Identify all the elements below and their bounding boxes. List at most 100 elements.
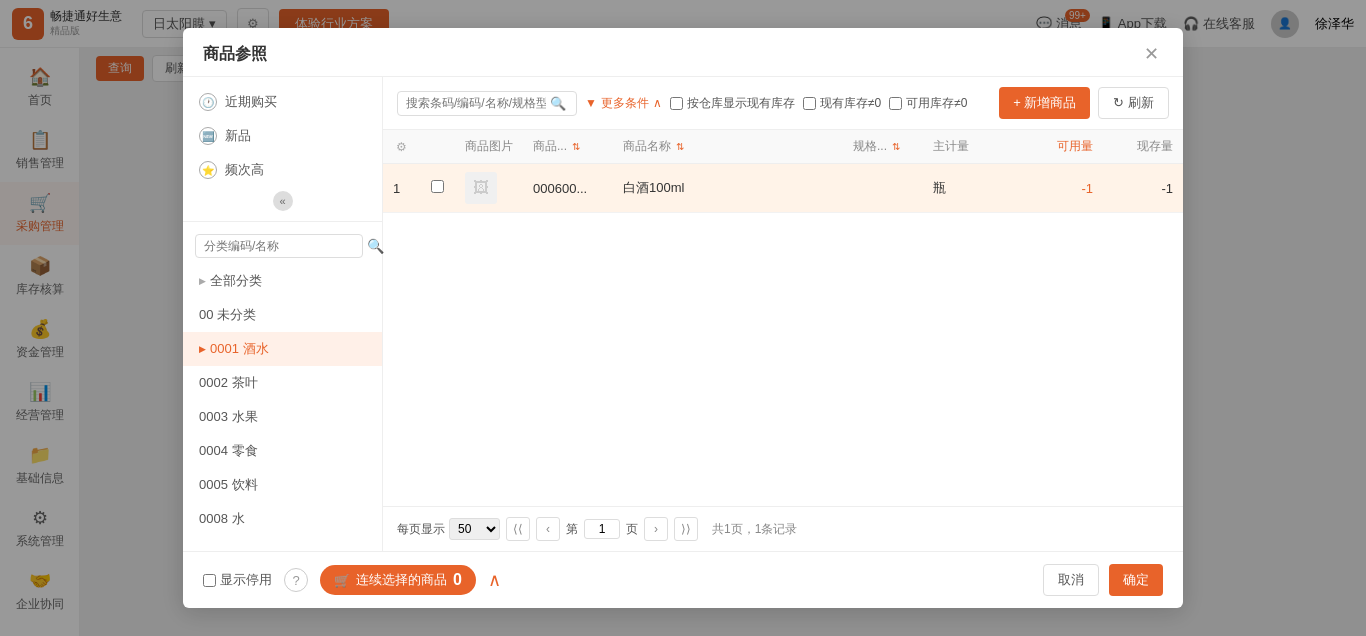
filter-current-stock-checkbox[interactable] [803, 97, 816, 110]
product-table-wrap: ⚙ 商品图片 商品... ⇅ 商品名称 [383, 130, 1183, 506]
triangle-active-icon: ▶ [199, 344, 206, 354]
cart-count: 0 [453, 571, 462, 589]
quick-filter-recent-label: 近期购买 [225, 93, 277, 111]
th-name[interactable]: 商品名称 ⇅ [613, 130, 843, 164]
divider [183, 221, 382, 222]
cat-uncategorized-label: 00 未分类 [199, 306, 256, 324]
page-input[interactable] [584, 519, 620, 539]
th-settings[interactable]: ⚙ [383, 130, 419, 164]
table-header-row: ⚙ 商品图片 商品... ⇅ 商品名称 [383, 130, 1183, 164]
show-disabled-check[interactable]: 显示停用 [203, 571, 272, 589]
th-stock: 现存量 [1103, 130, 1183, 164]
cat-item-tea[interactable]: 0002 茶叶 [183, 366, 382, 400]
filter-current-stock-label: 现有库存≠0 [820, 95, 881, 112]
th-avail: 可用量 [1003, 130, 1103, 164]
product-table: ⚙ 商品图片 商品... ⇅ 商品名称 [383, 130, 1183, 213]
cat-item-all[interactable]: ▶ 全部分类 [183, 264, 382, 298]
refresh-table-button[interactable]: ↻ 刷新 [1098, 87, 1169, 119]
th-check [419, 130, 455, 164]
product-search-wrap: 🔍 [397, 91, 577, 116]
pagination: 每页显示 50 100 200 ⟨⟨ ‹ 第 页 › ⟩⟩ 共1页，1条记录 [383, 506, 1183, 551]
footer-actions: 取消 确定 [1043, 564, 1163, 596]
table-row[interactable]: 1 🖼 000600... 白酒100ml 瓶 -1 -1 [383, 164, 1183, 213]
quick-filter-frequent[interactable]: ⭐ 频次高 [183, 153, 382, 187]
cat-item-appliance[interactable]: 0010 家电 [183, 536, 382, 543]
cart-button[interactable]: 🛒 连续选择的商品 0 [320, 565, 476, 595]
quick-filter-new[interactable]: 🆕 新品 [183, 119, 382, 153]
modal-overlay: 商品参照 ✕ 🕐 近期购买 🆕 新品 ⭐ 频次高 [0, 0, 1366, 636]
filter-warehouse-label: 按仓库显示现有库存 [687, 95, 795, 112]
confirm-button[interactable]: 确定 [1109, 564, 1163, 596]
add-product-button[interactable]: + 新增商品 [999, 87, 1090, 119]
page-suffix-label: 页 [626, 521, 638, 538]
th-unit: 主计量 [923, 130, 1003, 164]
cat-item-snack[interactable]: 0004 零食 [183, 434, 382, 468]
cat-item-fruit[interactable]: 0003 水果 [183, 400, 382, 434]
quick-filter-new-label: 新品 [225, 127, 251, 145]
filter-bar: 🔍 ▼ 更多条件 ∧ 按仓库显示现有库存 现有库存≠0 [383, 77, 1183, 130]
last-page-button[interactable]: ⟩⟩ [674, 517, 698, 541]
filter-check-warehouse[interactable]: 按仓库显示现有库存 [670, 95, 795, 112]
prev-page-button[interactable]: ‹ [536, 517, 560, 541]
modal-body: 🕐 近期购买 🆕 新品 ⭐ 频次高 « [183, 77, 1183, 551]
cart-label: 连续选择的商品 [356, 571, 447, 589]
search-icon[interactable]: 🔍 [367, 238, 384, 254]
modal-left-panel: 🕐 近期购买 🆕 新品 ⭐ 频次高 « [183, 77, 383, 551]
sort-name-icon: ⇅ [676, 141, 684, 152]
product-search-input[interactable] [406, 96, 546, 110]
filter-avail-stock-checkbox[interactable] [889, 97, 902, 110]
per-page-select[interactable]: 50 100 200 [449, 518, 500, 540]
sort-code-icon: ⇅ [572, 141, 580, 152]
cat-fruit-label: 0003 水果 [199, 408, 258, 426]
pagination-info: 共1页，1条记录 [712, 521, 797, 538]
filter-check-current-stock[interactable]: 现有库存≠0 [803, 95, 881, 112]
new-icon: 🆕 [199, 127, 217, 145]
more-filters-label: 更多条件 [601, 95, 649, 112]
cart-icon: 🛒 [334, 573, 350, 588]
first-page-button[interactable]: ⟨⟨ [506, 517, 530, 541]
row-image: 🖼 [455, 164, 523, 213]
collapse-panel-button[interactable]: « [273, 191, 293, 211]
category-search: 🔍 [183, 228, 382, 264]
cat-liquor-label: 0001 酒水 [210, 340, 269, 358]
cat-tea-label: 0002 茶叶 [199, 374, 258, 392]
search-submit-icon[interactable]: 🔍 [550, 96, 566, 111]
quick-filter-frequent-label: 频次高 [225, 161, 264, 179]
th-image: 商品图片 [455, 130, 523, 164]
row-stock: -1 [1103, 164, 1183, 213]
row-code: 000600... [523, 164, 613, 213]
row-num: 1 [383, 164, 419, 213]
more-filters-button[interactable]: ▼ 更多条件 ∧ [585, 95, 662, 112]
cancel-button[interactable]: 取消 [1043, 564, 1099, 596]
row-unit: 瓶 [923, 164, 1003, 213]
modal-footer: 显示停用 ? 🛒 连续选择的商品 0 ∧ 取消 确定 [183, 551, 1183, 608]
cat-item-water[interactable]: 0008 水 [183, 502, 382, 536]
cat-item-beverage[interactable]: 0005 饮料 [183, 468, 382, 502]
row-check[interactable] [419, 164, 455, 213]
cat-snack-label: 0004 零食 [199, 442, 258, 460]
filter-icon: ▼ [585, 96, 597, 110]
cat-item-uncategorized[interactable]: 00 未分类 [183, 298, 382, 332]
show-disabled-checkbox[interactable] [203, 574, 216, 587]
filter-warehouse-checkbox[interactable] [670, 97, 683, 110]
category-search-input[interactable] [195, 234, 363, 258]
product-tbody: 1 🖼 000600... 白酒100ml 瓶 -1 -1 [383, 164, 1183, 213]
filter-actions: + 新增商品 ↻ 刷新 [999, 87, 1169, 119]
row-spec [843, 164, 923, 213]
page-label: 第 [566, 521, 578, 538]
th-code[interactable]: 商品... ⇅ [523, 130, 613, 164]
filter-check-avail-stock[interactable]: 可用库存≠0 [889, 95, 967, 112]
help-icon[interactable]: ? [284, 568, 308, 592]
cat-item-liquor[interactable]: ▶ 0001 酒水 [183, 332, 382, 366]
modal-title: 商品参照 [203, 44, 267, 65]
product-thumbnail: 🖼 [465, 172, 497, 204]
category-list: ▶ 全部分类 00 未分类 ▶ 0001 酒水 0002 茶叶 0003 水果 [183, 264, 382, 543]
th-spec[interactable]: 规格... ⇅ [843, 130, 923, 164]
next-page-button[interactable]: › [644, 517, 668, 541]
quick-filter-recent[interactable]: 🕐 近期购买 [183, 85, 382, 119]
modal-close-button[interactable]: ✕ [1139, 42, 1163, 66]
star-icon: ⭐ [199, 161, 217, 179]
row-name: 白酒100ml [613, 164, 843, 213]
collapse-footer-icon[interactable]: ∧ [488, 569, 501, 591]
cat-beverage-label: 0005 饮料 [199, 476, 258, 494]
